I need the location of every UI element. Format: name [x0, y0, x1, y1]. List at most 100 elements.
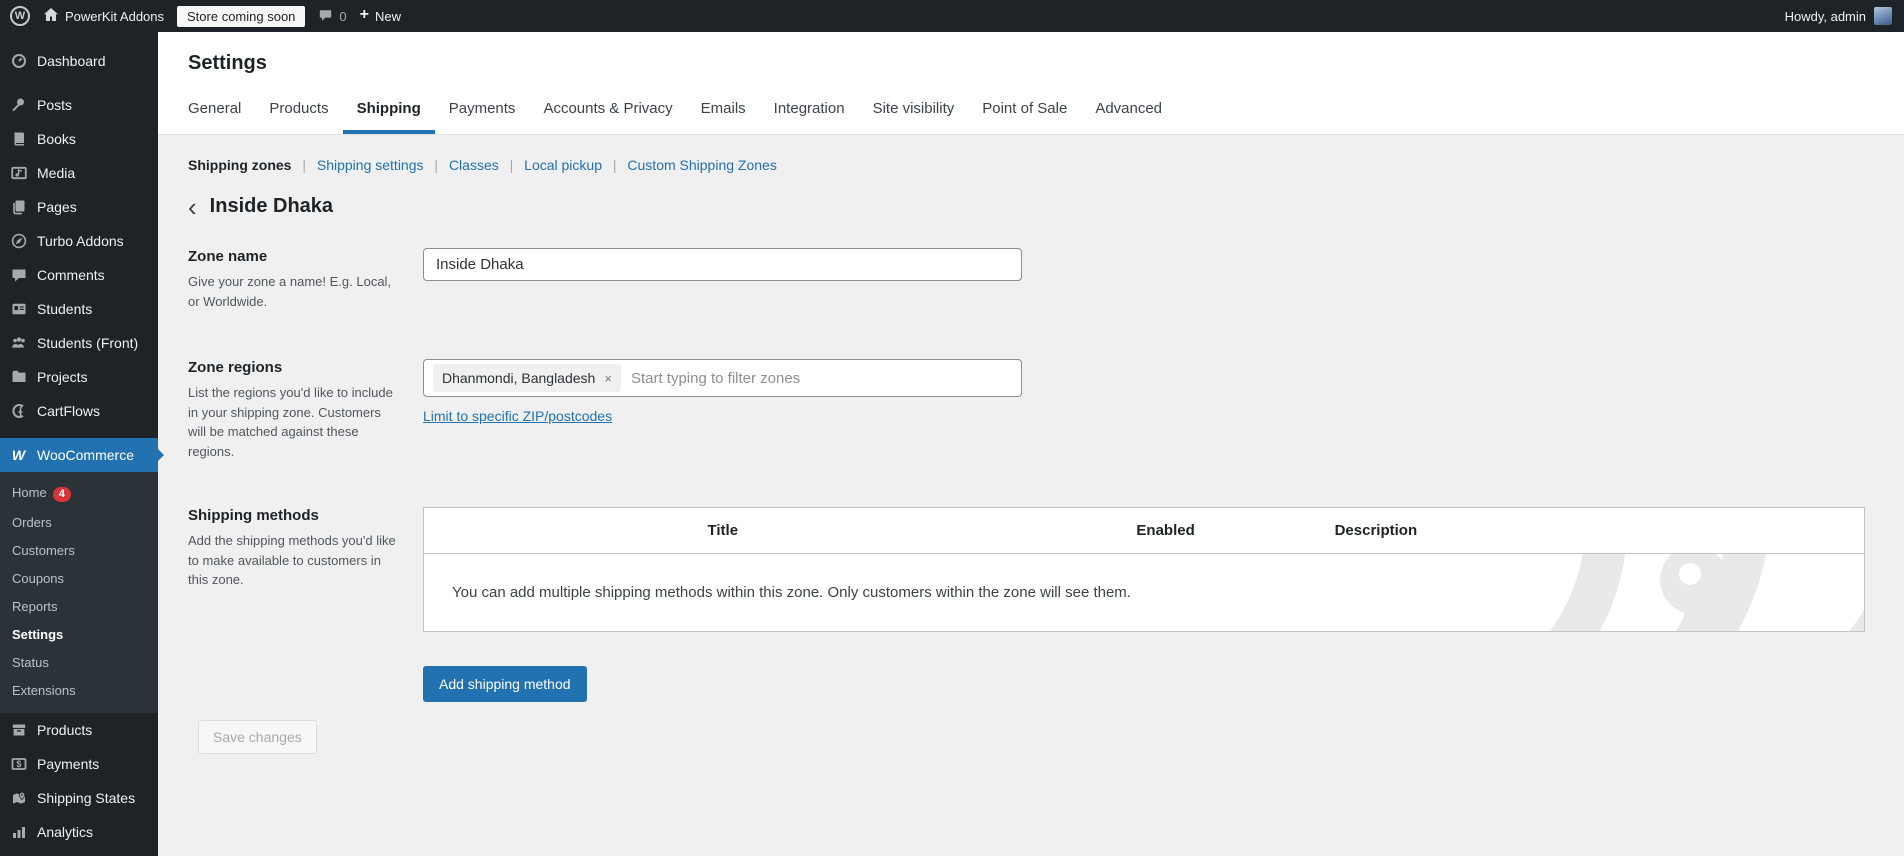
save-changes-button[interactable]: Save changes: [198, 720, 317, 754]
comments-adminbar-item[interactable]: 0: [318, 8, 347, 25]
sidebar-item-analytics[interactable]: Analytics: [0, 815, 158, 849]
tab-integration[interactable]: Integration: [760, 100, 859, 134]
tab-emails[interactable]: Emails: [687, 100, 760, 134]
submenu-item-reports[interactable]: Reports: [0, 593, 158, 621]
sidebar-item-label: Posts: [37, 97, 73, 113]
submenu-item-coupons[interactable]: Coupons: [0, 565, 158, 593]
zone-regions-input[interactable]: Dhanmondi, Bangladesh × Start typing to …: [423, 359, 1022, 397]
sidebar-item-posts[interactable]: Posts: [0, 88, 158, 122]
id-card-icon: [10, 301, 27, 318]
shipping-methods-row: Shipping methods Add the shipping method…: [188, 507, 1874, 632]
remove-tag-icon[interactable]: ×: [604, 371, 612, 386]
submenu-item-orders[interactable]: Orders: [0, 509, 158, 537]
sidebar-item-label: Pages: [37, 199, 77, 215]
tab-site-visibility[interactable]: Site visibility: [859, 100, 969, 134]
zone-regions-description: List the regions you'd like to include i…: [188, 385, 393, 459]
sidebar-item-label: Books: [37, 131, 76, 147]
sidebar-item-label: CartFlows: [37, 403, 101, 419]
sidebar-item-books[interactable]: Books: [0, 122, 158, 156]
avatar[interactable]: [1874, 7, 1892, 25]
submenu-item-status[interactable]: Status: [0, 649, 158, 677]
shipping-methods-label: Shipping methods: [188, 507, 319, 524]
dashboard-icon: [10, 53, 27, 70]
home-icon: [43, 7, 59, 26]
sidebar-item-comments[interactable]: Comments: [0, 258, 158, 292]
comment-bubble-icon: [10, 267, 27, 284]
sidebar-item-dashboard[interactable]: Dashboard: [0, 44, 158, 78]
sidebar-item-cartflows[interactable]: CartFlows: [0, 394, 158, 428]
sidebar-item-students[interactable]: Students: [0, 292, 158, 326]
sidebar-item-label: Analytics: [37, 824, 94, 840]
page-title: Settings: [188, 52, 267, 74]
comment-count: 0: [339, 8, 347, 24]
sidebar-item-label: Comments: [37, 267, 105, 283]
sidebar-item-label: Shipping States: [37, 790, 136, 806]
pushpin-icon: [10, 97, 27, 114]
site-menu[interactable]: PowerKit Addons: [43, 7, 164, 26]
subnav-custom-shipping-zones[interactable]: Custom Shipping Zones: [627, 157, 776, 173]
sidebar-item-label: Media: [37, 165, 76, 181]
column-header-enabled: Enabled: [1136, 522, 1195, 539]
subnav-local-pickup[interactable]: Local pickup: [524, 157, 602, 173]
tab-advanced[interactable]: Advanced: [1081, 100, 1176, 134]
tab-shipping[interactable]: Shipping: [342, 100, 435, 134]
subnav-separator: |: [434, 157, 439, 173]
submenu-item-extensions[interactable]: Extensions: [0, 677, 158, 705]
tab-general[interactable]: General: [188, 100, 255, 134]
new-label: New: [375, 8, 402, 24]
svg-text:$: $: [16, 759, 21, 769]
subnav-shipping-zones[interactable]: Shipping zones: [188, 157, 291, 173]
sidebar-item-media[interactable]: Media: [0, 156, 158, 190]
submenu-item-customers[interactable]: Customers: [0, 537, 158, 565]
column-header-title: Title: [707, 522, 739, 539]
tab-point-of-sale[interactable]: Point of Sale: [968, 100, 1081, 134]
sidebar-item-woocommerce[interactable]: W WooCommerce: [0, 438, 164, 472]
column-header-description: Description: [1334, 522, 1418, 539]
cartflows-icon: [10, 403, 27, 420]
new-content-button[interactable]: + New: [360, 7, 402, 24]
site-name: PowerKit Addons: [65, 8, 165, 24]
sidebar-item-projects[interactable]: Projects: [0, 360, 158, 394]
sidebar-item-label: Projects: [37, 369, 88, 385]
zone-regions-row: Zone regions List the regions you'd like…: [188, 359, 1874, 461]
sidebar-item-shipping-states[interactable]: Shipping States: [0, 781, 158, 815]
shipping-methods-description: Add the shipping methods you'd like to m…: [188, 533, 396, 587]
add-method-row: Add shipping method: [188, 666, 1874, 702]
submenu-item-settings[interactable]: Settings: [0, 621, 158, 649]
sidebar-item-label: Students: [37, 301, 93, 317]
comment-bubble-icon: [318, 8, 333, 25]
subnav-shipping-settings[interactable]: Shipping settings: [317, 157, 424, 173]
sidebar-item-label: Students (Front): [37, 335, 139, 351]
map-pin-icon: [10, 790, 27, 807]
bar-chart-icon: [10, 824, 27, 841]
howdy-account-link[interactable]: Howdy, admin: [1785, 9, 1866, 24]
settings-header: Settings General Products Shipping Payme…: [158, 32, 1904, 135]
tab-accounts-privacy[interactable]: Accounts & Privacy: [529, 100, 686, 134]
menu-separator: [0, 78, 158, 88]
rocket-icon: [10, 233, 27, 250]
subnav-separator: |: [302, 157, 306, 173]
sidebar-item-students-front[interactable]: Students (Front): [0, 326, 158, 360]
coming-soon-badge: Store coming soon: [177, 5, 306, 27]
wordpress-logo-icon[interactable]: W: [10, 6, 30, 26]
people-group-icon: [10, 335, 27, 352]
tab-products[interactable]: Products: [255, 100, 342, 134]
media-icon: [10, 165, 27, 182]
woocommerce-submenu: Home 4 Orders Customers Coupons Reports S…: [0, 472, 158, 713]
add-shipping-method-button[interactable]: Add shipping method: [423, 666, 587, 702]
submenu-item-home[interactable]: Home 4: [0, 479, 158, 509]
sidebar-item-products[interactable]: Products: [0, 713, 158, 747]
zone-name-row: Zone name Give your zone a name! E.g. Lo…: [188, 248, 1874, 311]
sidebar-item-turbo-addons[interactable]: Turbo Addons: [0, 224, 158, 258]
zone-name-input[interactable]: [423, 248, 1022, 281]
limit-postcodes-link[interactable]: Limit to specific ZIP/postcodes: [423, 408, 612, 424]
menu-separator: [0, 428, 158, 438]
back-chevron-icon[interactable]: ‹: [188, 194, 197, 220]
subnav-classes[interactable]: Classes: [449, 157, 499, 173]
shipping-methods-table: Title Enabled Description You can add mu…: [423, 507, 1865, 632]
tab-payments[interactable]: Payments: [435, 100, 530, 134]
sidebar-item-payments[interactable]: $ Payments: [0, 747, 158, 781]
sidebar-item-pages[interactable]: Pages: [0, 190, 158, 224]
subnav-separator: |: [509, 157, 514, 173]
sidebar-item-label: WooCommerce: [37, 447, 134, 463]
